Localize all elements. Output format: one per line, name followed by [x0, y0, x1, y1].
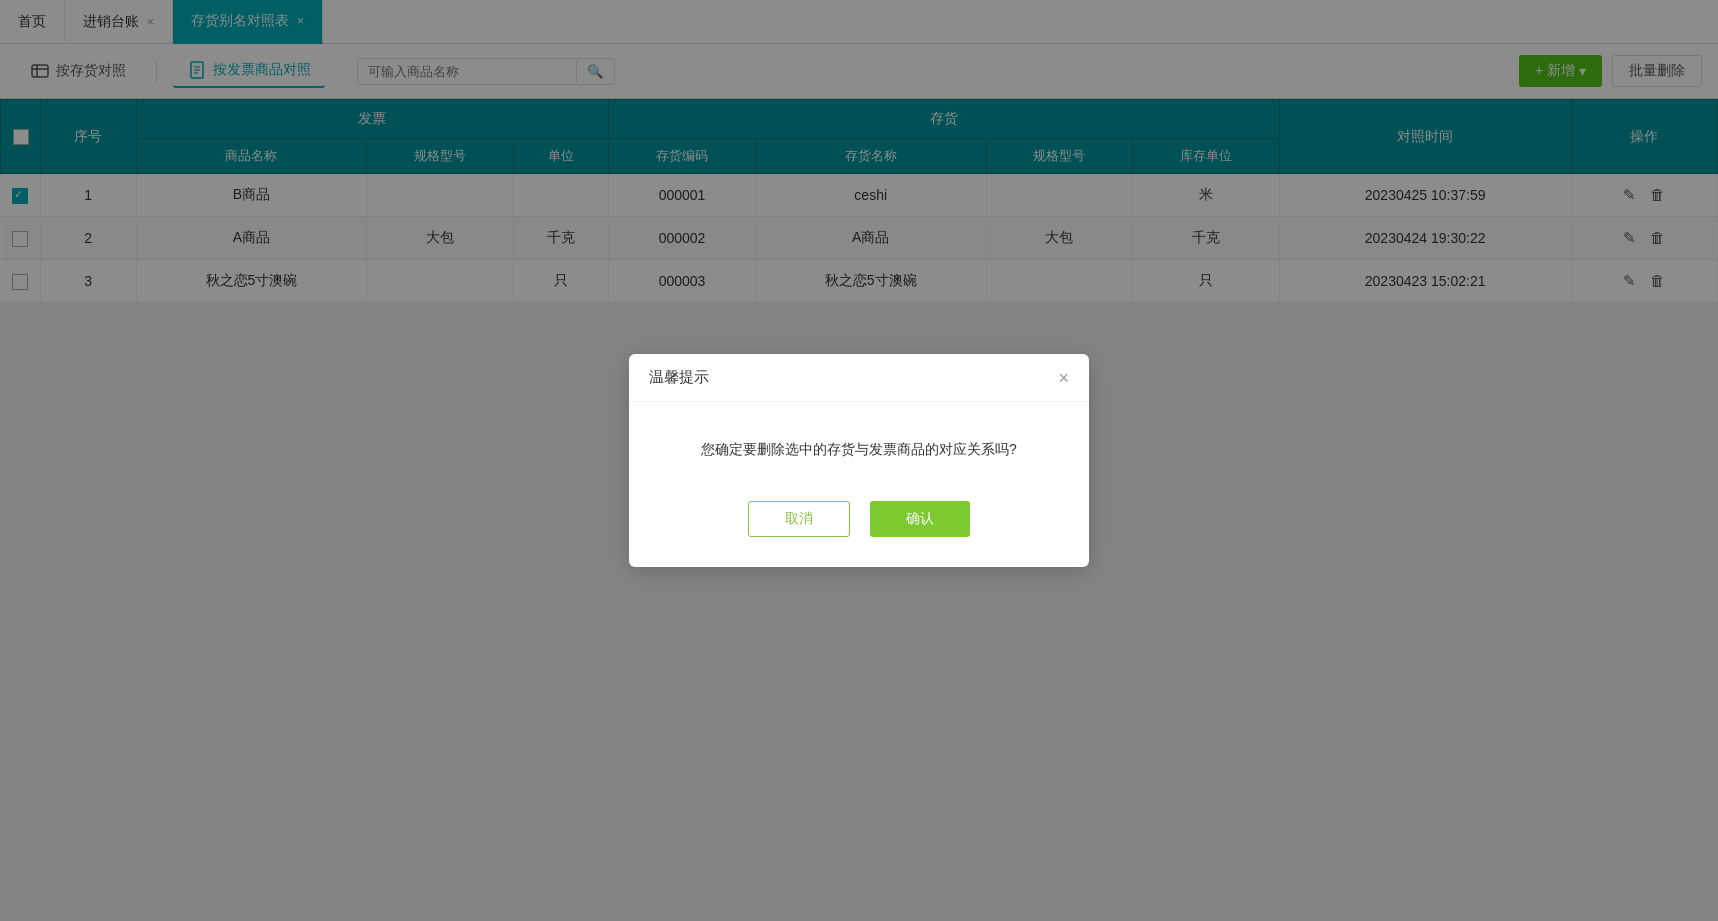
dialog-body: 您确定要删除选中的存货与发票商品的对应关系吗?	[629, 402, 1089, 490]
confirm-dialog: 温馨提示 × 您确定要删除选中的存货与发票商品的对应关系吗? 取消 确认	[629, 354, 1089, 566]
modal-overlay: 温馨提示 × 您确定要删除选中的存货与发票商品的对应关系吗? 取消 确认	[0, 0, 1718, 921]
dialog-header: 温馨提示 ×	[629, 354, 1089, 402]
dialog-title: 温馨提示	[649, 368, 709, 387]
dialog-cancel-button[interactable]: 取消	[748, 501, 850, 537]
dialog-footer: 取消 确认	[629, 491, 1089, 567]
dialog-message: 您确定要删除选中的存货与发票商品的对应关系吗?	[701, 441, 1017, 457]
dialog-confirm-button[interactable]: 确认	[870, 501, 970, 537]
dialog-close-button[interactable]: ×	[1058, 369, 1069, 387]
